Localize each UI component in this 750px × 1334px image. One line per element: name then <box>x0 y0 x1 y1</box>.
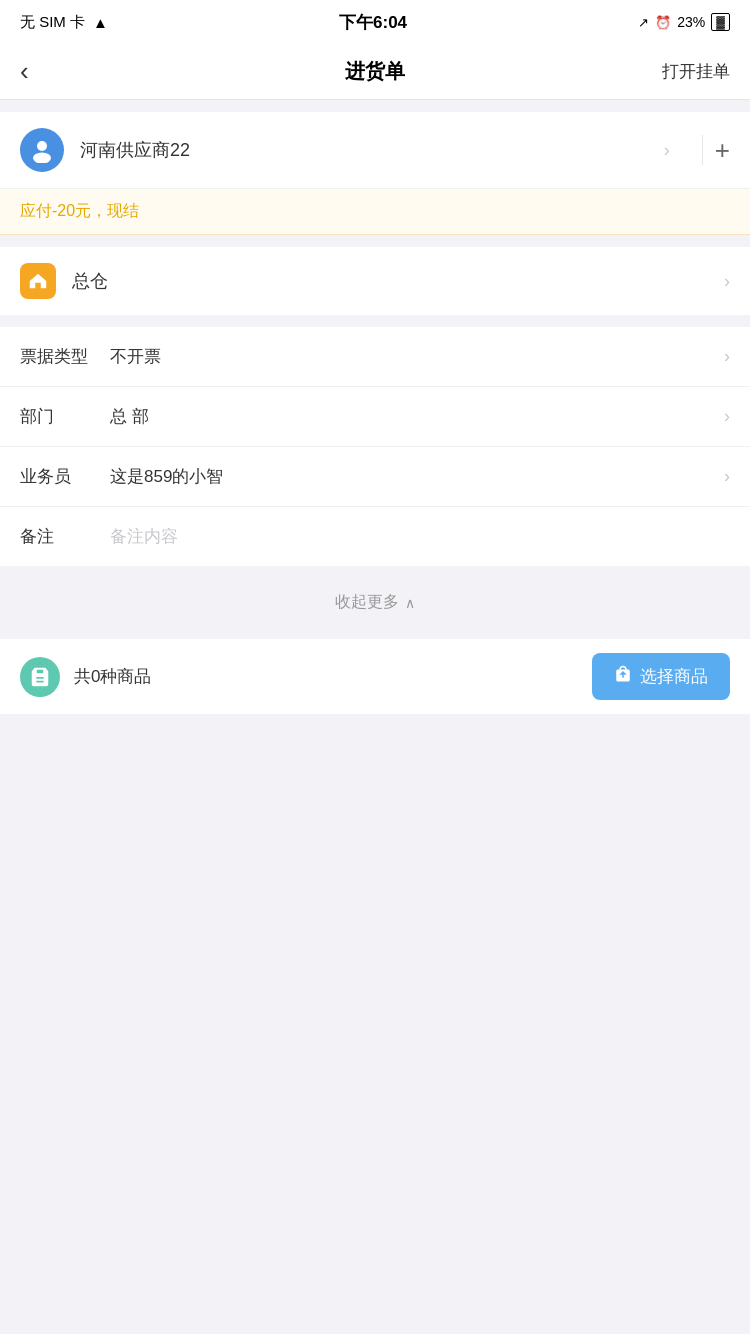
battery-icon: ▓ <box>711 13 730 31</box>
carrier-text: 无 SIM 卡 <box>20 13 85 32</box>
remark-row[interactable]: 备注 备注内容 <box>0 507 750 566</box>
salesperson-label: 业务员 <box>20 465 100 488</box>
form-section: 票据类型 不开票 › 部门 总 部 › 业务员 这是859的小智 › 备注 备注… <box>0 327 750 566</box>
location-icon: ↗ <box>638 15 649 30</box>
invoice-type-value: 不开票 <box>110 345 724 368</box>
status-right: ↗ ⏰ 23% ▓ <box>638 13 730 31</box>
invoice-type-row[interactable]: 票据类型 不开票 › <box>0 327 750 387</box>
status-left: 无 SIM 卡 ▲ <box>20 13 108 32</box>
svg-point-0 <box>37 141 47 151</box>
divider <box>702 135 703 165</box>
supplier-row[interactable]: 河南供应商22 › + <box>0 112 750 189</box>
invoice-type-arrow-icon: › <box>724 346 730 367</box>
salesperson-row[interactable]: 业务员 这是859的小智 › <box>0 447 750 507</box>
supplier-avatar <box>20 128 64 172</box>
select-product-icon <box>614 665 632 688</box>
open-pending-button[interactable]: 打开挂单 <box>662 60 730 83</box>
content: 河南供应商22 › + 应付-20元，现结 总仓 › 票据类型 不开票 › <box>0 112 750 714</box>
svg-point-1 <box>33 153 51 164</box>
status-bar: 无 SIM 卡 ▲ 下午6:04 ↗ ⏰ 23% ▓ <box>0 0 750 44</box>
remark-value: 备注内容 <box>110 525 730 548</box>
nav-bar: ‹ 进货单 打开挂单 <box>0 44 750 100</box>
back-button[interactable]: ‹ <box>20 52 37 91</box>
salesperson-value: 这是859的小智 <box>110 465 724 488</box>
department-row[interactable]: 部门 总 部 › <box>0 387 750 447</box>
warehouse-name: 总仓 <box>72 269 724 293</box>
wifi-icon: ▲ <box>93 14 108 31</box>
alarm-icon: ⏰ <box>655 15 671 30</box>
page-title: 进货单 <box>345 58 405 85</box>
salesperson-arrow-icon: › <box>724 466 730 487</box>
supplier-arrow-icon: › <box>664 140 670 161</box>
warehouse-section: 总仓 › <box>0 247 750 315</box>
collapse-icon: ∧ <box>405 595 415 611</box>
invoice-type-label: 票据类型 <box>20 345 100 368</box>
collapse-text: 收起更多 <box>335 592 399 613</box>
supplier-name: 河南供应商22 <box>80 138 664 162</box>
remark-label: 备注 <box>20 525 100 548</box>
warehouse-row[interactable]: 总仓 › <box>0 247 750 315</box>
product-count-text: 共0种商品 <box>74 665 592 688</box>
warehouse-arrow-icon: › <box>724 271 730 292</box>
collapse-row[interactable]: 收起更多 ∧ <box>0 578 750 627</box>
status-time: 下午6:04 <box>339 11 407 34</box>
department-value: 总 部 <box>110 405 724 428</box>
notice-text: 应付-20元，现结 <box>20 202 139 219</box>
supplier-section: 河南供应商22 › + 应付-20元，现结 <box>0 112 750 235</box>
product-cart-icon <box>20 657 60 697</box>
select-product-button[interactable]: 选择商品 <box>592 653 730 700</box>
add-supplier-button[interactable]: + <box>715 135 730 166</box>
battery-text: 23% <box>677 14 705 30</box>
department-arrow-icon: › <box>724 406 730 427</box>
warehouse-icon <box>20 263 56 299</box>
department-label: 部门 <box>20 405 100 428</box>
select-product-label: 选择商品 <box>640 665 708 688</box>
notice-banner: 应付-20元，现结 <box>0 189 750 235</box>
product-bar: 共0种商品 选择商品 <box>0 639 750 714</box>
